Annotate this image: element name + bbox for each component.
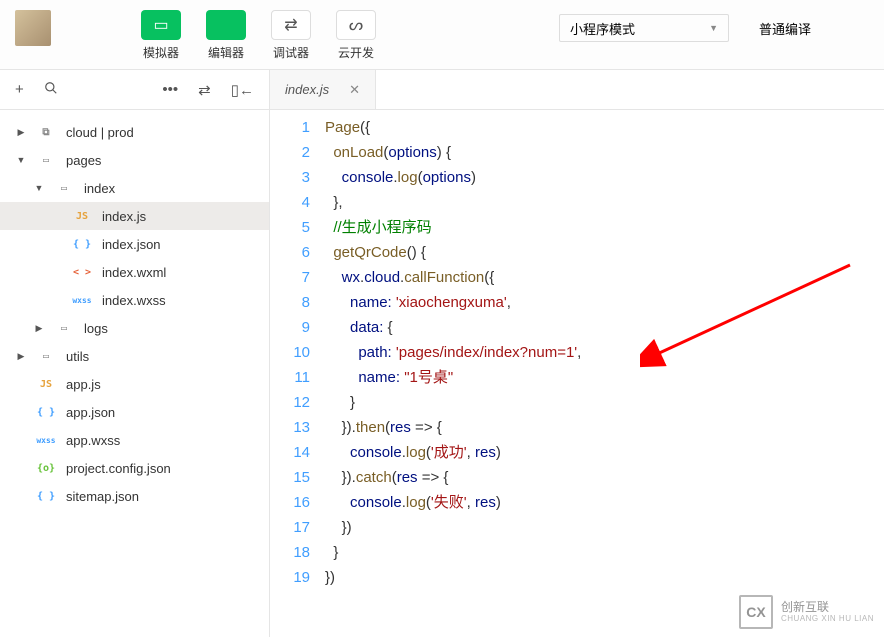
file-label: pages: [66, 153, 101, 168]
file-type-icon: JS: [32, 379, 60, 390]
code-content: Page({ onLoad(options) { console.log(opt…: [325, 115, 884, 637]
file-label: sitemap.json: [66, 489, 139, 504]
watermark-logo: CX: [739, 595, 773, 629]
tree-item[interactable]: < > index.wxml: [0, 258, 269, 286]
file-tree: ▶⧉cloud | prod▼▭pages▼▭indexJSindex.js{ …: [0, 110, 269, 510]
gutter: 12345678910111213141516171819: [270, 115, 325, 637]
file-type-icon: JS: [68, 211, 96, 222]
file-type-icon: ▭: [50, 183, 78, 194]
file-type-icon: { }: [32, 491, 60, 502]
tree-item[interactable]: wxss app.wxss: [0, 426, 269, 454]
tree-item[interactable]: ▼▭index: [0, 174, 269, 202]
chevron-down-icon: ▼: [709, 23, 718, 33]
file-label: index.wxml: [102, 265, 166, 280]
tree-item[interactable]: JS index.js: [0, 202, 269, 230]
search-icon[interactable]: [44, 81, 58, 99]
file-label: index: [84, 181, 115, 196]
sidebar: + ••• ⇄ ▯← ▶⧉cloud | prod▼▭pages▼▭indexJ…: [0, 70, 270, 637]
file-type-icon: wxss: [32, 436, 60, 445]
tool-icon: ⇄: [271, 10, 311, 40]
tool-icon: ᔕ: [336, 10, 376, 40]
close-icon[interactable]: ✕: [349, 82, 360, 98]
tool-icon: [206, 10, 246, 40]
file-type-icon: wxss: [68, 296, 96, 305]
编辑器-button[interactable]: 编辑器: [206, 10, 246, 61]
模拟器-button[interactable]: ▭ 模拟器: [141, 10, 181, 61]
sidebar-tools: + ••• ⇄ ▯←: [0, 70, 269, 110]
file-type-icon: ⧉: [32, 127, 60, 138]
tree-item[interactable]: wxss index.wxss: [0, 286, 269, 314]
tool-label: 云开发: [338, 44, 374, 61]
tool-icon: ▭: [141, 10, 181, 40]
file-type-icon: ▭: [50, 323, 78, 334]
file-type-icon: ▭: [32, 155, 60, 166]
add-icon[interactable]: +: [15, 81, 24, 98]
main: + ••• ⇄ ▯← ▶⧉cloud | prod▼▭pages▼▭indexJ…: [0, 70, 884, 637]
file-label: index.json: [102, 237, 161, 252]
file-type-icon: {o}: [32, 463, 60, 474]
tree-item[interactable]: ▼▭pages: [0, 146, 269, 174]
file-type-icon: ▭: [32, 351, 60, 362]
file-type-icon: { }: [68, 239, 96, 250]
tree-item[interactable]: ▶⧉cloud | prod: [0, 118, 269, 146]
tab-bar: index.js ✕: [270, 70, 884, 110]
tool-label: 调试器: [273, 44, 309, 61]
tool-group: ▭ 模拟器 编辑器 ⇄ 调试器 ᔕ 云开发: [141, 10, 376, 61]
tree-item[interactable]: { } app.json: [0, 398, 269, 426]
tab-indexjs[interactable]: index.js ✕: [270, 70, 376, 109]
tab-label: index.js: [285, 82, 329, 97]
file-label: project.config.json: [66, 461, 171, 476]
top-toolbar: ▭ 模拟器 编辑器 ⇄ 调试器 ᔕ 云开发 小程序模式▼ 普通编译: [0, 0, 884, 70]
file-label: logs: [84, 321, 108, 336]
调试器-button[interactable]: ⇄ 调试器: [271, 10, 311, 61]
tree-item[interactable]: { } sitemap.json: [0, 482, 269, 510]
mode-select[interactable]: 小程序模式▼: [559, 14, 729, 42]
more-icon[interactable]: •••: [162, 81, 178, 98]
compile-select[interactable]: 普通编译: [749, 14, 869, 42]
tree-item[interactable]: { } index.json: [0, 230, 269, 258]
file-type-icon: < >: [68, 267, 96, 278]
avatar[interactable]: [15, 10, 51, 46]
file-label: cloud | prod: [66, 125, 134, 140]
collapse-icon[interactable]: ⇄: [198, 81, 211, 99]
split-icon[interactable]: ▯←: [231, 81, 254, 99]
tree-item[interactable]: ▶▭logs: [0, 314, 269, 342]
editor: index.js ✕ 12345678910111213141516171819…: [270, 70, 884, 637]
file-type-icon: { }: [32, 407, 60, 418]
code-area[interactable]: 12345678910111213141516171819 Page({ onL…: [270, 110, 884, 637]
云开发-button[interactable]: ᔕ 云开发: [336, 10, 376, 61]
watermark: CX 创新互联 CHUANG XIN HU LIAN: [739, 595, 874, 629]
tree-item[interactable]: JS app.js: [0, 370, 269, 398]
file-label: app.json: [66, 405, 115, 420]
file-label: utils: [66, 349, 89, 364]
tree-item[interactable]: ▶▭utils: [0, 342, 269, 370]
file-label: app.js: [66, 377, 101, 392]
toolbar-right: 小程序模式▼ 普通编译: [559, 10, 869, 42]
tool-label: 模拟器: [143, 44, 179, 61]
file-label: index.wxss: [102, 293, 166, 308]
file-label: index.js: [102, 209, 146, 224]
file-label: app.wxss: [66, 433, 120, 448]
tool-label: 编辑器: [208, 44, 244, 61]
tree-item[interactable]: {o} project.config.json: [0, 454, 269, 482]
